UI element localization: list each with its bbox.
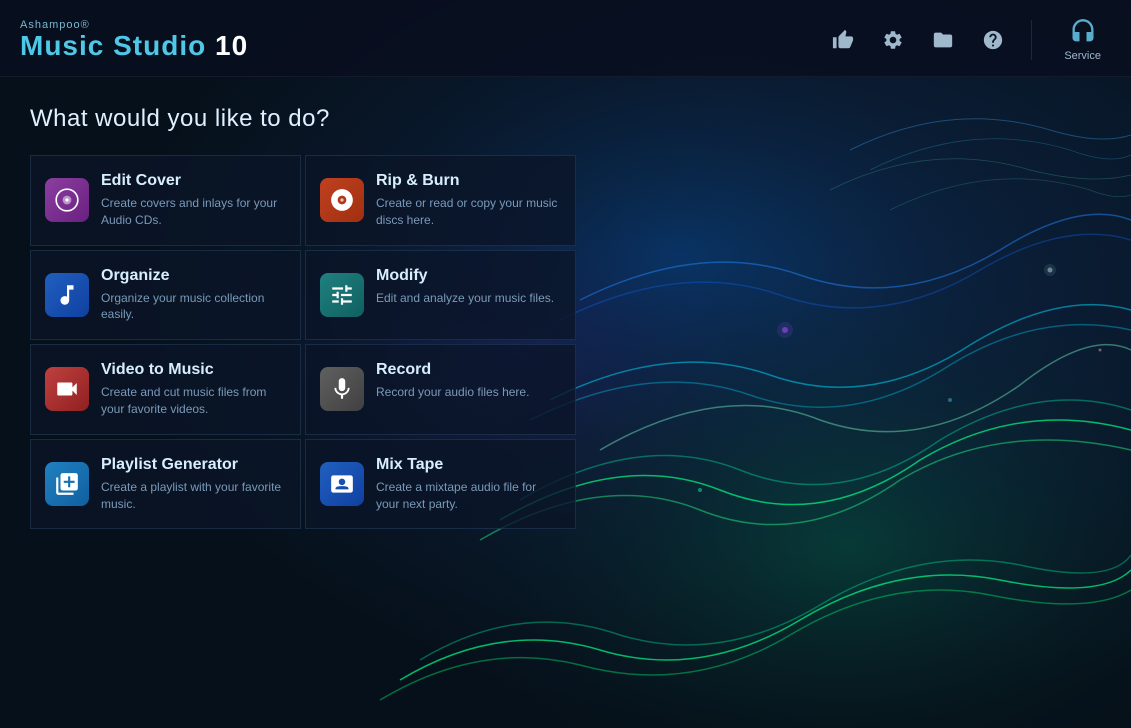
tile-video-to-music[interactable]: Video to Music Create and cut music file… xyxy=(30,344,301,435)
tile-modify[interactable]: Modify Edit and analyze your music files… xyxy=(305,250,576,341)
tile-mix-tape[interactable]: Mix Tape Create a mixtape audio file for… xyxy=(305,439,576,530)
like-icon xyxy=(832,29,854,51)
tiles-grid: Edit Cover Create covers and inlays for … xyxy=(30,155,576,529)
video-to-music-title: Video to Music xyxy=(101,361,284,379)
service-icon xyxy=(1069,18,1097,46)
mix-tape-desc: Create a mixtape audio file for your nex… xyxy=(376,479,559,513)
divider xyxy=(1031,20,1032,60)
modify-desc: Edit and analyze your music files. xyxy=(376,290,559,307)
logo-area: Ashampoo® Music Studio 10 xyxy=(20,19,248,62)
modify-icon xyxy=(320,273,364,317)
mix-tape-icon xyxy=(320,462,364,506)
app-title: Music Studio 10 xyxy=(20,31,248,62)
playlist-generator-title: Playlist Generator xyxy=(101,456,284,474)
settings-button[interactable] xyxy=(877,24,909,56)
topbar: Ashampoo® Music Studio 10 xyxy=(0,0,1131,77)
rip-burn-icon xyxy=(320,178,364,222)
organize-title: Organize xyxy=(101,267,284,285)
page-title: What would you like to do? xyxy=(30,105,1101,133)
main-content: What would you like to do? Edit Cover Cr… xyxy=(0,77,1131,557)
tile-record[interactable]: Record Record your audio files here. xyxy=(305,344,576,435)
tile-playlist-generator[interactable]: Playlist Generator Create a playlist wit… xyxy=(30,439,301,530)
mix-tape-title: Mix Tape xyxy=(376,456,559,474)
playlist-generator-desc: Create a playlist with your favorite mus… xyxy=(101,479,284,513)
service-button[interactable]: Service xyxy=(1054,12,1111,68)
modify-title: Modify xyxy=(376,267,559,285)
rip-burn-desc: Create or read or copy your music discs … xyxy=(376,195,559,229)
help-icon xyxy=(982,29,1004,51)
organize-desc: Organize your music collection easily. xyxy=(101,290,284,324)
record-icon xyxy=(320,367,364,411)
record-desc: Record your audio files here. xyxy=(376,384,559,401)
service-label: Service xyxy=(1064,50,1101,62)
help-button[interactable] xyxy=(977,24,1009,56)
rip-burn-title: Rip & Burn xyxy=(376,172,559,190)
tile-rip-burn[interactable]: Rip & Burn Create or read or copy your m… xyxy=(305,155,576,246)
video-to-music-desc: Create and cut music files from your fav… xyxy=(101,384,284,418)
tile-organize[interactable]: Organize Organize your music collection … xyxy=(30,250,301,341)
like-button[interactable] xyxy=(827,24,859,56)
playlist-generator-icon xyxy=(45,462,89,506)
folder-icon xyxy=(932,29,954,51)
edit-cover-desc: Create covers and inlays for your Audio … xyxy=(101,195,284,229)
tile-edit-cover[interactable]: Edit Cover Create covers and inlays for … xyxy=(30,155,301,246)
edit-cover-icon xyxy=(45,178,89,222)
settings-icon xyxy=(882,29,904,51)
video-to-music-icon xyxy=(45,367,89,411)
folder-button[interactable] xyxy=(927,24,959,56)
organize-icon xyxy=(45,273,89,317)
topbar-icons: Service xyxy=(827,12,1111,68)
edit-cover-title: Edit Cover xyxy=(101,172,284,190)
record-title: Record xyxy=(376,361,559,379)
